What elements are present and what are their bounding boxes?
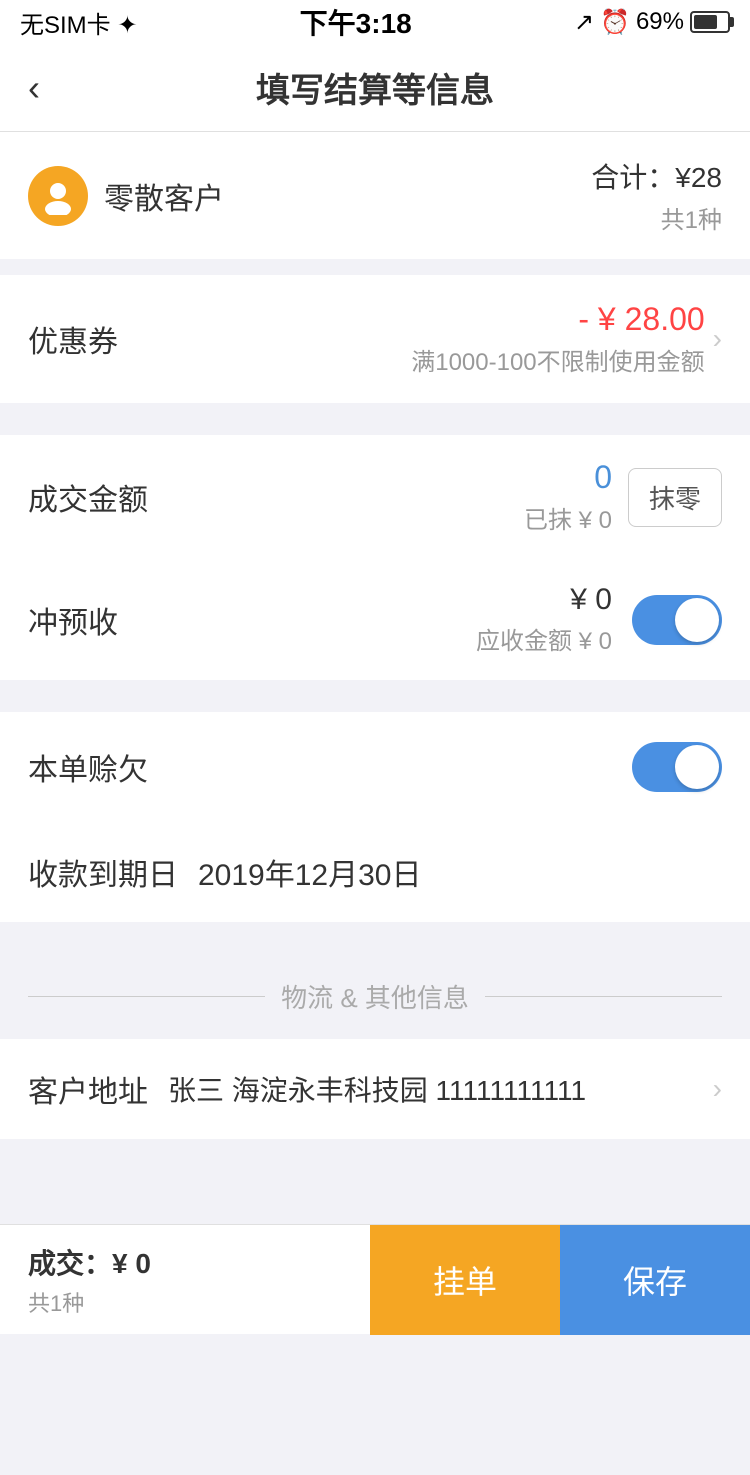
duedate-value: 2019年12月30日 xyxy=(198,850,421,894)
deal-amount-label: 成交金额 xyxy=(28,475,148,519)
deal-amount-row: 成交金额 0 已抹 ¥ 0 抹零 xyxy=(0,435,750,559)
precollect-main-amount: ¥ 0 xyxy=(476,583,612,617)
status-bar: 无SIM卡 ✦ 下午3:18 ↗ ⏰ 69% xyxy=(0,0,750,44)
bottom-deal-amount: ¥ 0 xyxy=(112,1248,151,1279)
logistics-text: 物流 & 其他信息 xyxy=(281,978,469,1015)
precollect-sub-amount: 应收金额 ¥ 0 xyxy=(476,621,612,656)
customer-avatar xyxy=(28,166,88,226)
nav-bar: ‹ 填写结算等信息 xyxy=(0,44,750,132)
bottom-deal-text: 成交：¥ 0 xyxy=(28,1242,342,1282)
bottom-bar: 成交：¥ 0 共1种 挂单 保存 xyxy=(0,1224,750,1334)
toggle-knob xyxy=(675,598,719,642)
hang-order-button[interactable]: 挂单 xyxy=(370,1225,560,1335)
coupon-label: 优惠券 xyxy=(28,317,118,361)
signal-icon: ↗ xyxy=(574,8,594,37)
debt-row: 本单赊欠 xyxy=(0,712,750,822)
precollect-row: 冲预收 ¥ 0 应收金额 ¥ 0 xyxy=(0,559,750,680)
address-label: 客户地址 xyxy=(28,1067,148,1111)
coupon-details: - ¥ 28.00 满1000-100不限制使用金额 xyxy=(411,301,704,377)
bottom-count-text: 共1种 xyxy=(28,1286,342,1318)
logistics-line-right xyxy=(485,996,722,997)
debt-label: 本单赊欠 xyxy=(28,745,148,789)
debt-section: 本单赊欠 收款到期日 2019年12月30日 xyxy=(0,712,750,922)
battery-percent: 69% xyxy=(636,8,684,36)
section-divider-3 xyxy=(0,938,750,954)
address-chevron-icon: › xyxy=(713,1073,722,1105)
debt-toggle[interactable] xyxy=(632,742,722,792)
logistics-divider: 物流 & 其他信息 xyxy=(28,978,722,1015)
address-row[interactable]: 客户地址 张三 海淀永丰科技园 11111111111 › xyxy=(0,1039,750,1139)
deal-section: 成交金额 0 已抹 ¥ 0 抹零 冲预收 ¥ 0 应收金额 ¥ 0 xyxy=(0,435,750,680)
status-time: 下午3:18 xyxy=(300,2,412,42)
section-divider-2 xyxy=(0,696,750,712)
customer-right: 合计：¥28 共1种 xyxy=(591,156,722,235)
coupon-row[interactable]: 优惠券 - ¥ 28.00 满1000-100不限制使用金额 › xyxy=(0,275,750,403)
address-section[interactable]: 客户地址 张三 海淀永丰科技园 11111111111 › xyxy=(0,1039,750,1139)
coupon-chevron-icon: › xyxy=(713,323,722,355)
duedate-label: 收款到期日 xyxy=(28,850,178,894)
deal-amount-wrap: 0 已抹 ¥ 0 xyxy=(524,459,612,535)
logistics-section: 物流 & 其他信息 xyxy=(0,954,750,1039)
duedate-row: 收款到期日 2019年12月30日 xyxy=(0,822,750,922)
precollect-right: ¥ 0 应收金额 ¥ 0 xyxy=(476,583,722,656)
deal-right: 0 已抹 ¥ 0 抹零 xyxy=(524,459,722,535)
debt-toggle-knob xyxy=(675,745,719,789)
battery-icon xyxy=(690,11,730,33)
coupon-section[interactable]: 优惠券 - ¥ 28.00 满1000-100不限制使用金额 › xyxy=(0,275,750,403)
precollect-label: 冲预收 xyxy=(28,598,118,642)
erase-zero-button[interactable]: 抹零 xyxy=(628,468,722,527)
precollect-amounts: ¥ 0 应收金额 ¥ 0 xyxy=(476,583,612,656)
customer-count: 共1种 xyxy=(591,200,722,235)
bottom-summary: 成交：¥ 0 共1种 xyxy=(0,1242,370,1318)
alarm-icon: ⏰ xyxy=(600,8,630,37)
deal-amount-value: 0 xyxy=(524,459,612,496)
bottom-deal-label: 成交： xyxy=(28,1248,112,1279)
customer-name: 零散客户 xyxy=(104,174,224,218)
customer-total: 合计：¥28 xyxy=(591,156,722,196)
save-button[interactable]: 保存 xyxy=(560,1225,750,1335)
customer-left: 零散客户 xyxy=(28,166,224,226)
coupon-amount: - ¥ 28.00 xyxy=(411,301,704,338)
status-right: ↗ ⏰ 69% xyxy=(574,8,730,37)
back-button[interactable]: ‹ xyxy=(28,67,40,109)
customer-section: 零散客户 合计：¥28 共1种 xyxy=(0,132,750,259)
status-left: 无SIM卡 ✦ xyxy=(20,5,137,40)
battery-fill xyxy=(694,15,717,29)
deal-erased-label: 已抹 ¥ 0 xyxy=(524,500,612,535)
page-title: 填写结算等信息 xyxy=(256,63,494,112)
precollect-toggle[interactable] xyxy=(632,595,722,645)
coupon-desc: 满1000-100不限制使用金额 xyxy=(411,342,704,377)
logistics-line-left xyxy=(28,996,265,997)
sim-label: 无SIM卡 ✦ xyxy=(20,5,137,40)
customer-row: 零散客户 合计：¥28 共1种 xyxy=(0,132,750,259)
section-divider-1 xyxy=(0,419,750,435)
address-value: 张三 海淀永丰科技园 11111111111 xyxy=(168,1069,713,1109)
coupon-right: - ¥ 28.00 满1000-100不限制使用金额 › xyxy=(411,301,722,377)
